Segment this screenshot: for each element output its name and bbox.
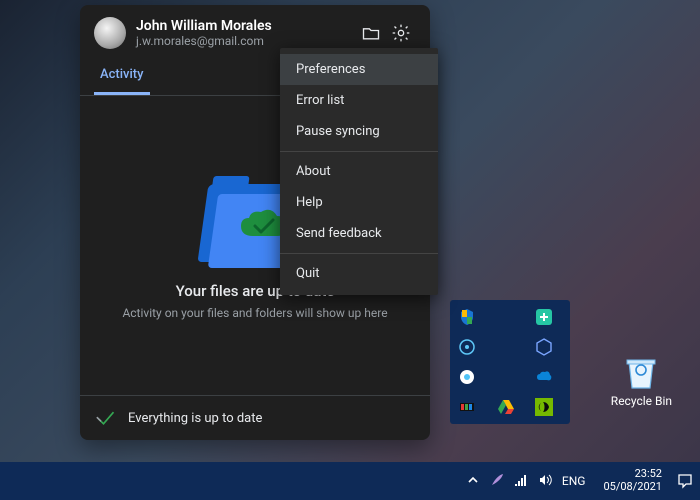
taskbar-action-center[interactable] xyxy=(670,462,700,500)
taskbar-network-icon[interactable] xyxy=(514,473,528,490)
status-check-icon xyxy=(96,408,116,428)
recycle-bin-icon xyxy=(619,350,663,394)
desktop-recycle-bin[interactable]: Recycle Bin xyxy=(611,350,672,408)
taskbar-volume-icon[interactable] xyxy=(538,473,552,490)
taskbar: ENG 23:52 05/08/2021 xyxy=(0,462,700,500)
tab-activity[interactable]: Activity xyxy=(94,57,150,95)
menu-error-list[interactable]: Error list xyxy=(280,85,438,116)
taskbar-language[interactable]: ENG xyxy=(562,474,586,488)
tray-icon-app3[interactable] xyxy=(456,336,478,358)
tray-icon-drive[interactable] xyxy=(495,396,517,418)
tray-icon-app7[interactable] xyxy=(495,366,517,388)
menu-separator xyxy=(280,253,438,254)
menu-about[interactable]: About xyxy=(280,156,438,187)
menu-pause-syncing[interactable]: Pause syncing xyxy=(280,116,438,147)
footer-status-text: Everything is up to date xyxy=(128,411,262,426)
tray-overflow-panel xyxy=(450,300,570,424)
tray-icon-app5[interactable] xyxy=(533,336,555,358)
tray-overflow-chevron[interactable] xyxy=(466,473,480,490)
taskbar-clock[interactable]: 23:52 05/08/2021 xyxy=(595,468,670,493)
tray-icon-app4[interactable] xyxy=(495,336,517,358)
menu-preferences[interactable]: Preferences xyxy=(280,54,438,85)
user-name: John William Morales xyxy=(136,18,356,34)
menu-quit[interactable]: Quit xyxy=(280,258,438,289)
menu-separator xyxy=(280,151,438,152)
menu-send-feedback[interactable]: Send feedback xyxy=(280,218,438,249)
folder-icon xyxy=(361,23,381,43)
status-subtitle: Activity on your files and folders will … xyxy=(122,306,387,320)
avatar[interactable] xyxy=(94,17,126,49)
open-folder-button[interactable] xyxy=(356,18,386,48)
drive-footer: Everything is up to date xyxy=(80,395,430,440)
taskbar-system-icons: ENG xyxy=(466,473,596,490)
user-info: John William Morales j.w.morales@gmail.c… xyxy=(136,18,356,48)
recycle-bin-label: Recycle Bin xyxy=(611,394,672,408)
tray-icon-onedrive[interactable] xyxy=(533,366,555,388)
tray-icon-app1[interactable] xyxy=(495,306,517,328)
tray-icon-powertoys[interactable] xyxy=(456,396,478,418)
taskbar-feather-icon[interactable] xyxy=(490,473,504,490)
settings-menu: Preferences Error list Pause syncing Abo… xyxy=(280,48,438,295)
tray-icon-app6[interactable] xyxy=(456,366,478,388)
tray-icon-security[interactable] xyxy=(456,306,478,328)
user-email: j.w.morales@gmail.com xyxy=(136,34,356,48)
tray-icon-nvidia[interactable] xyxy=(533,396,555,418)
tray-icon-app2[interactable] xyxy=(533,306,555,328)
menu-help[interactable]: Help xyxy=(280,187,438,218)
gear-icon xyxy=(391,23,411,43)
settings-button[interactable] xyxy=(386,18,416,48)
taskbar-date: 05/08/2021 xyxy=(603,481,662,494)
